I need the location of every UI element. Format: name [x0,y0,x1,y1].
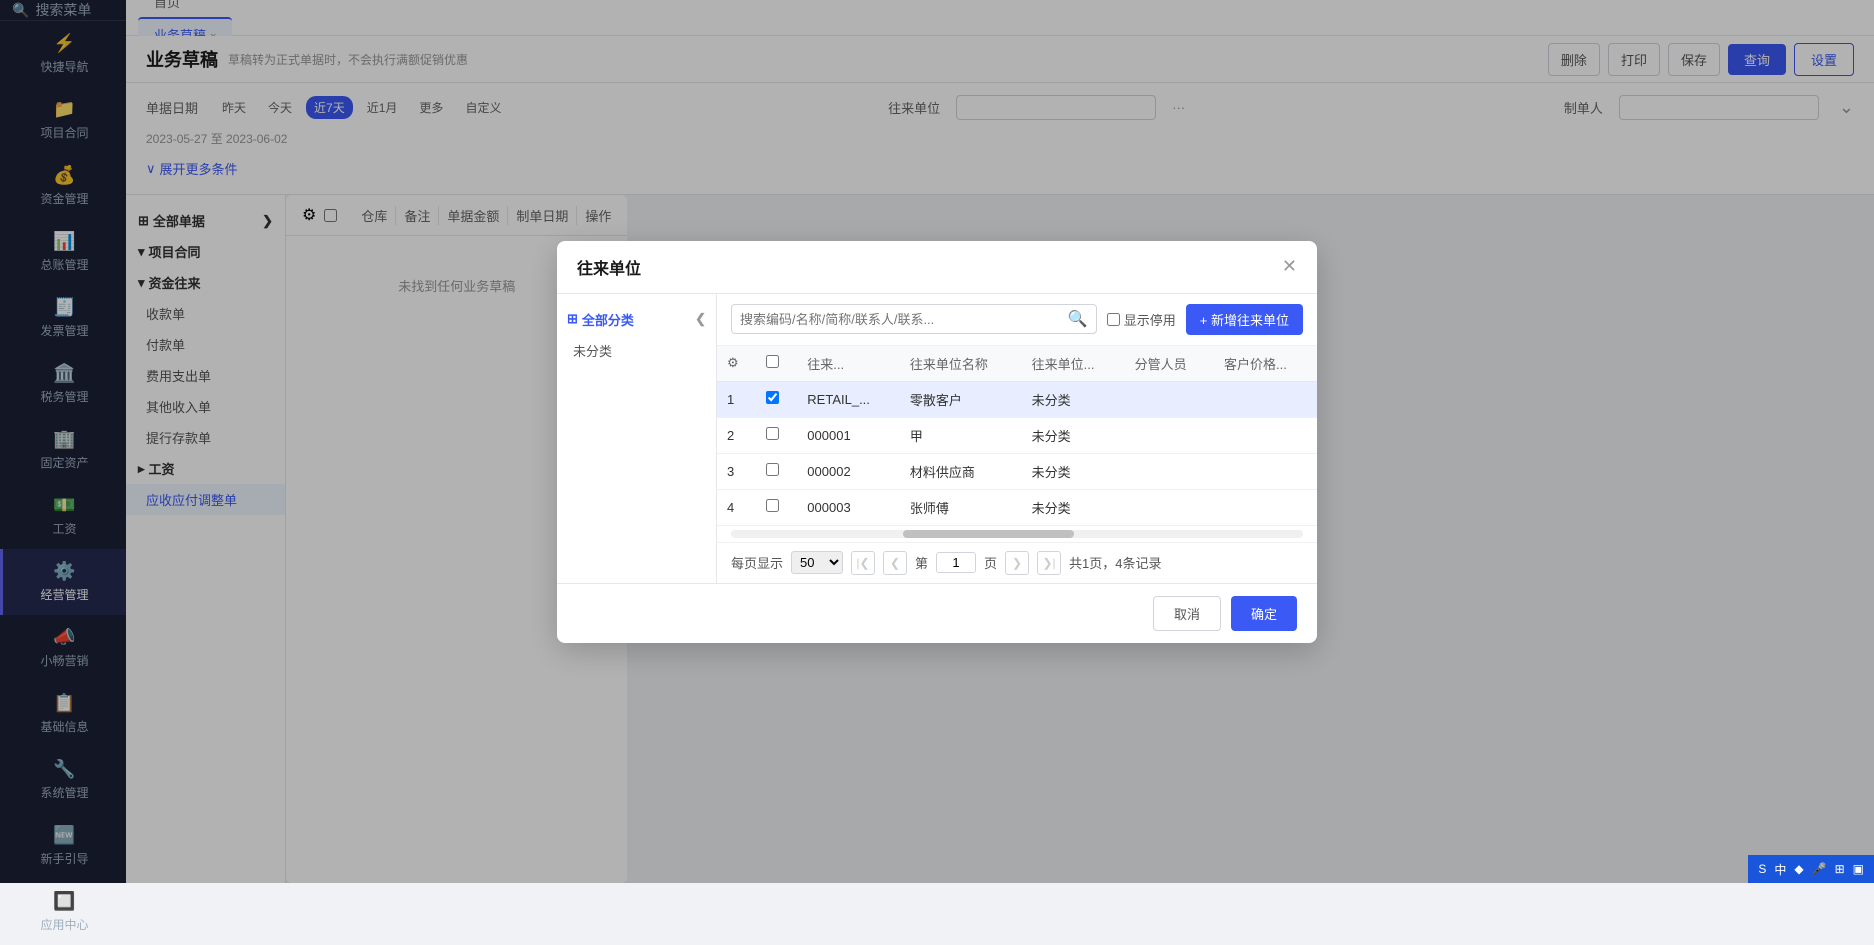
status-mic[interactable]: 🎤 [1812,862,1827,876]
next-page-btn[interactable]: ❯ [1005,551,1029,575]
modal-scroll-thumb [903,530,1075,538]
modal-tree: ⊞ 全部分类 ❮ 未分类 [557,294,717,583]
first-page-btn[interactable]: |❮ [851,551,875,575]
row-manager-2 [1125,417,1214,453]
row-checkbox-1[interactable] [756,381,797,417]
sidebar-label-app-center: 应用中心 [40,916,88,933]
row-name-2: 甲 [900,417,1022,453]
grid-icon-modal: ⊞ [567,311,578,327]
row-category-2: 未分类 [1022,417,1125,453]
row-code-4: 000003 [797,489,900,525]
confirm-button[interactable]: 确定 [1231,596,1297,631]
status-rect[interactable]: ▣ [1853,862,1864,876]
modal-content-right: 🔍 显示停用 + 新增往来单位 ⚙ [717,294,1317,583]
row-code-2: 000001 [797,417,900,453]
col-category: 往来单位... [1022,346,1125,382]
status-s: S [1758,862,1766,876]
page-label: 页 [984,553,997,572]
row-category-4: 未分类 [1022,489,1125,525]
modal-select-all[interactable] [766,355,779,368]
row-code-1: RETAIL_... [797,381,900,417]
modal-table: ⚙ 往来... 往来单位名称 往来单位... 分管人员 客户价格... 1 RE… [717,346,1317,526]
tree-item-unclassified[interactable]: 未分类 [557,335,716,366]
status-lang[interactable]: 中 [1774,861,1786,878]
modal-search-bar: 🔍 显示停用 + 新增往来单位 [717,294,1317,346]
row-name-3: 材料供应商 [900,453,1022,489]
page-number-input[interactable] [936,552,976,573]
show-disabled-checkbox[interactable] [1107,313,1120,326]
row-manager-4 [1125,489,1214,525]
row-manager-1 [1125,381,1214,417]
row-code-3: 000002 [797,453,900,489]
last-page-btn[interactable]: ❯| [1037,551,1061,575]
partner-search-input[interactable] [740,312,1064,327]
total-label: 共1页，4条记录 [1069,553,1161,572]
settings-icon-table[interactable]: ⚙ [727,355,739,370]
modal-table-row[interactable]: 3 000002 材料供应商 未分类 [717,453,1317,489]
col-checkbox [756,346,797,382]
row-name-4: 张师傅 [900,489,1022,525]
row-price-4 [1214,489,1317,525]
col-code: 往来... [797,346,900,382]
row-index-1: 1 [717,381,756,417]
modal-footer: 取消 确定 [557,583,1317,643]
modal-pagination: 每页显示 50 20 100 |❮ ❮ 第 页 ❯ ❯| 共1页，4条记录 [717,542,1317,583]
modal-body: ⊞ 全部分类 ❮ 未分类 🔍 显示停用 [557,294,1317,583]
row-manager-3 [1125,453,1214,489]
modal: 往来单位 ✕ ⊞ 全部分类 ❮ 未分类 🔍 [557,241,1317,643]
row-checkbox-2[interactable] [756,417,797,453]
modal-table-row[interactable]: 2 000001 甲 未分类 [717,417,1317,453]
show-disabled-wrap: 显示停用 [1107,310,1176,329]
modal-scrollbar[interactable] [731,530,1303,538]
status-diamond: ◆ [1794,862,1803,876]
row-index-2: 2 [717,417,756,453]
per-page-label: 每页显示 [731,553,783,572]
modal-overlay[interactable]: 往来单位 ✕ ⊞ 全部分类 ❮ 未分类 🔍 [0,0,1874,883]
page-word: 第 [915,553,928,572]
modal-table-row[interactable]: 1 RETAIL_... 零散客户 未分类 [717,381,1317,417]
col-manager: 分管人员 [1125,346,1214,382]
row-price-2 [1214,417,1317,453]
status-grid[interactable]: ⊞ [1835,862,1845,876]
modal-table-wrap: ⚙ 往来... 往来单位名称 往来单位... 分管人员 客户价格... 1 RE… [717,346,1317,526]
row-index-4: 4 [717,489,756,525]
col-price: 客户价格... [1214,346,1317,382]
row-price-3 [1214,453,1317,489]
sidebar-item-app-center[interactable]: 🔲 应用中心 [0,879,126,945]
modal-close-button[interactable]: ✕ [1282,256,1297,277]
per-page-select[interactable]: 50 20 100 [791,551,843,574]
sidebar-icon-app-center: 🔲 [53,891,75,912]
search-input-wrap: 🔍 [731,304,1097,334]
col-name: 往来单位名称 [900,346,1022,382]
modal-table-header: ⚙ 往来... 往来单位名称 往来单位... 分管人员 客户价格... [717,346,1317,382]
row-price-1 [1214,381,1317,417]
modal-table-row[interactable]: 4 000003 张师傅 未分类 [717,489,1317,525]
row-name-1: 零散客户 [900,381,1022,417]
tree-collapse-btn[interactable]: ❮ [695,311,706,327]
search-icon-modal: 🔍 [1068,309,1088,329]
prev-page-btn[interactable]: ❮ [883,551,907,575]
cancel-button[interactable]: 取消 [1153,596,1221,631]
tree-header: ⊞ 全部分类 ❮ [557,304,716,335]
show-disabled-label: 显示停用 [1124,310,1176,329]
row-checkbox-4[interactable] [756,489,797,525]
status-bar: S 中 ◆ 🎤 ⊞ ▣ [1748,855,1874,883]
row-checkbox-3[interactable] [756,453,797,489]
add-partner-button[interactable]: + 新增往来单位 [1186,304,1303,335]
modal-title: 往来单位 [577,255,641,279]
col-settings: ⚙ [717,346,756,382]
modal-header: 往来单位 ✕ [557,241,1317,294]
row-index-3: 3 [717,453,756,489]
row-category-1: 未分类 [1022,381,1125,417]
row-category-3: 未分类 [1022,453,1125,489]
